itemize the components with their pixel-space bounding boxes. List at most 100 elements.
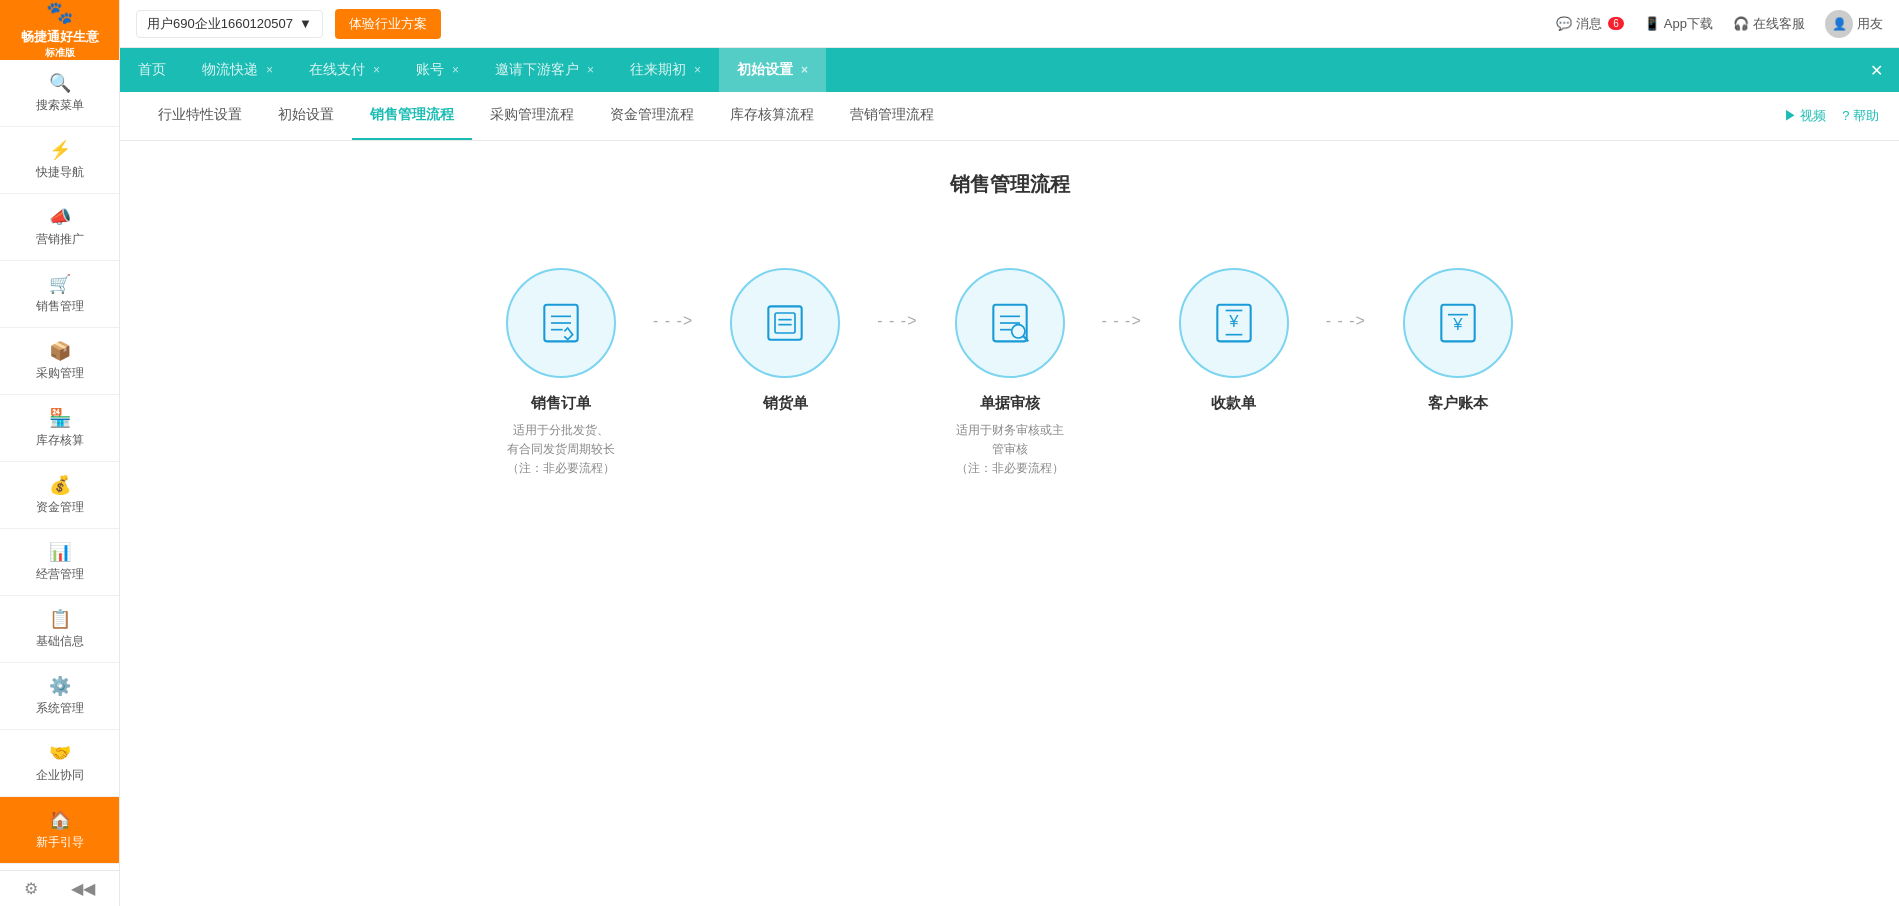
flow-arrow-3: - - -> [1102,268,1142,330]
help-link[interactable]: ? 帮助 [1842,107,1879,125]
navtab-close-2[interactable]: × [373,63,380,77]
navtab-3[interactable]: 账号× [398,48,477,92]
sidebar-item-enterprise-collab[interactable]: 🤝企业协同 [0,730,119,797]
page-title: 销售管理流程 [160,171,1859,198]
video-icon: ▶ [1784,108,1797,123]
page-content-area: 销售管理流程 销售订单适用于分批发货、有合同发货周期较长（注：非必要流程）- -… [120,141,1899,906]
navtab-label-2: 在线支付 [309,61,365,79]
navtab-label-4: 邀请下游客户 [495,61,579,79]
nav-tabs-close[interactable]: ✕ [1854,61,1899,80]
sidebar-icon-marketing-promo: 📣 [49,206,71,228]
company-selector[interactable]: 用户690企业1660120507 ▼ [136,10,323,38]
sidebar-label-marketing-promo: 营销推广 [36,231,84,248]
sidebar-item-basic-info[interactable]: 📋基础信息 [0,596,119,663]
navtab-close-6[interactable]: × [801,63,808,77]
content-tab-0[interactable]: 行业特性设置 [140,92,260,140]
sidebar-item-purchase[interactable]: 📦 采购管理 [0,328,119,395]
navtab-close-1[interactable]: × [266,63,273,77]
flow-diagram: 销售订单适用于分批发货、有合同发货周期较长（注：非必要流程）- - -> 销货单… [160,248,1859,499]
main-content: 用户690企业1660120507 ▼ 体验行业方案 💬 消息 6 📱 App下… [120,0,1899,906]
navtab-5[interactable]: 往来期初 × [612,48,719,92]
navtab-6[interactable]: 初始设置× [719,48,826,92]
sidebar-label-system: 系统管理 [36,700,84,717]
content-tab-5[interactable]: 库存核算流程 [712,92,832,140]
dropdown-icon: ▼ [299,16,312,31]
sidebar-item-operations[interactable]: 📊经营管理 [0,529,119,596]
flow-step-name-2: 单据审核 [980,394,1040,413]
headset-icon: 🎧 [1733,16,1749,31]
flow-step-4: ¥ 客户账本 [1368,268,1548,421]
download-icon: 📱 [1644,16,1660,31]
navtab-close-4[interactable]: × [587,63,594,77]
user-label: 用友 [1857,15,1883,33]
navtab-4[interactable]: 邀请下游客户 × [477,48,612,92]
flow-arrow-1: - - -> [653,268,693,330]
message-badge: 6 [1608,17,1624,30]
sidebar-label-search: 搜索菜单 [36,97,84,114]
svg-rect-5 [775,313,795,333]
sidebar-item-system[interactable]: ⚙️ 系统管理 [0,663,119,730]
app-logo: 🐾 畅捷通好生意 标准版 [0,0,119,60]
sidebar-icon-purchase: 📦 [49,340,71,362]
navtab-2[interactable]: 在线支付 × [291,48,398,92]
content-tab-2[interactable]: 销售管理流程 [352,92,472,140]
flow-circle-1[interactable] [730,268,840,378]
sidebar-label-quick: 快捷导航 [36,164,84,181]
app-download-label: App下载 [1664,15,1713,33]
sidebar-item-sales[interactable]: 🛒销售管理 [0,261,119,328]
sidebar-menu: 🔍 搜索菜单 ⚡快捷导航 📣 营销推广 🛒销售管理 📦 采购管理 🏪库存核算 💰 资金管理 📊经营管理… [0,60,119,870]
navtab-label-5: 往来期初 [630,61,686,79]
sidebar-item-inventory[interactable]: 🏪库存核算 [0,395,119,462]
sidebar: 🐾 畅捷通好生意 标准版 🔍 搜索菜单 ⚡快捷导航 📣 营销推广 🛒销售管理 📦 采购管理 🏪库… [0,0,120,906]
flow-circle-4[interactable]: ¥ [1403,268,1513,378]
flow-arrow-2: - - -> [877,268,917,330]
content-tabs-bar: 行业特性设置初始设置销售管理流程采购管理流程资金管理流程库存核算流程营销管理流程… [120,92,1899,141]
sidebar-label-purchase: 采购管理 [36,365,84,382]
sidebar-icon-enterprise-collab: 🤝 [49,742,71,764]
flow-step-name-4: 客户账本 [1428,394,1488,413]
sidebar-icon-finance: 💰 [49,474,71,496]
navtab-1[interactable]: 物流快递× [184,48,291,92]
navtab-close-3[interactable]: × [452,63,459,77]
trial-button[interactable]: 体验行业方案 [335,9,441,39]
flow-circle-2[interactable] [955,268,1065,378]
sidebar-label-sales: 销售管理 [36,298,84,315]
content-tabs-actions: ▶ 视频 ? 帮助 [1784,107,1879,125]
collapse-icon[interactable]: ◀◀ [71,879,95,898]
content-tab-1[interactable]: 初始设置 [260,92,352,140]
sidebar-item-marketing-promo[interactable]: 📣 营销推广 [0,194,119,261]
sidebar-icon-operations: 📊 [49,541,71,563]
sidebar-icon-newbie: 🏠 [49,809,71,831]
sidebar-item-newbie[interactable]: 🏠 新手引导 [0,797,119,864]
sidebar-item-quick[interactable]: ⚡快捷导航 [0,127,119,194]
online-service-button[interactable]: 🎧 在线客服 [1733,15,1805,33]
content-tab-4[interactable]: 资金管理流程 [592,92,712,140]
navtab-0[interactable]: 首页 [120,48,184,92]
sidebar-icon-search: 🔍 [49,72,71,94]
video-link[interactable]: ▶ 视频 [1784,107,1827,125]
flow-circle-3[interactable]: ¥ [1179,268,1289,378]
flow-step-desc-2: 适用于财务审核或主管审核（注：非必要流程） [956,421,1064,479]
content-tab-6[interactable]: 营销管理流程 [832,92,952,140]
sidebar-label-newbie: 新手引导 [36,834,84,851]
app-download-button[interactable]: 📱 App下载 [1644,15,1713,33]
svg-rect-4 [769,306,802,339]
flow-step-1: 销货单 [695,268,875,421]
avatar: 👤 [1825,10,1853,38]
sidebar-item-search[interactable]: 🔍 搜索菜单 [0,60,119,127]
sidebar-label-finance: 资金管理 [36,499,84,516]
flow-circle-0[interactable] [506,268,616,378]
settings-icon[interactable]: ⚙ [24,879,38,898]
sidebar-icon-system: ⚙️ [49,675,71,697]
message-button[interactable]: 💬 消息 6 [1556,15,1624,33]
user-menu-button[interactable]: 👤 用友 [1825,10,1883,38]
help-icon: ? [1842,108,1849,123]
flow-step-2: 单据审核适用于财务审核或主管审核（注：非必要流程） [920,268,1100,479]
topbar: 用户690企业1660120507 ▼ 体验行业方案 💬 消息 6 📱 App下… [120,0,1899,48]
svg-point-12 [1011,325,1024,338]
sidebar-item-finance[interactable]: 💰 资金管理 [0,462,119,529]
sidebar-icon-inventory: 🏪 [49,407,71,429]
content-tab-3[interactable]: 采购管理流程 [472,92,592,140]
navtab-close-5[interactable]: × [694,63,701,77]
message-label: 消息 [1576,15,1602,33]
